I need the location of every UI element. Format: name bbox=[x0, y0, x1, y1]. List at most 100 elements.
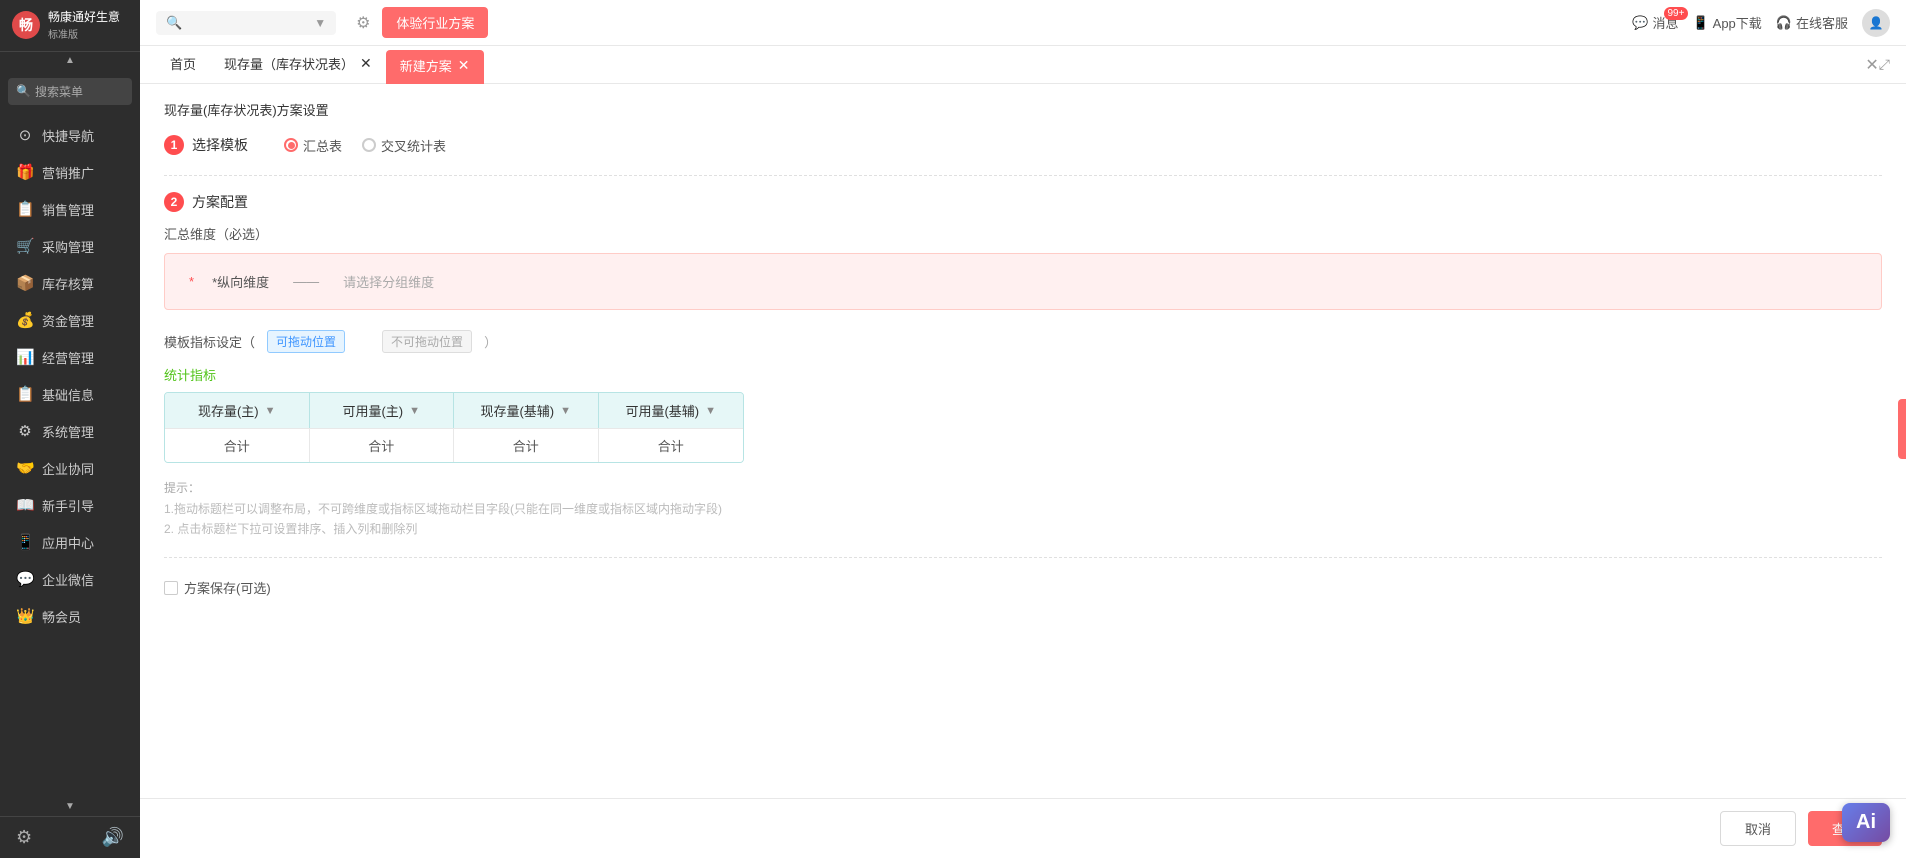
stats-body-cell-0-1: 合计 bbox=[310, 428, 455, 462]
main-wrapper: 🔍 ▼ ⚙ 体验行业方案 💬 消息 99+ 📱 App下载 🎧 在线客服 bbox=[140, 0, 1906, 858]
radio-summary[interactable]: 汇总表 bbox=[284, 136, 342, 155]
inventory-tab-close-icon[interactable]: ✕ bbox=[360, 55, 372, 72]
stats-header-label-0: 现存量(主) bbox=[198, 401, 259, 420]
stats-body-cell-0-2: 合计 bbox=[454, 428, 599, 462]
step1-header: 1 选择模板 汇总表 交叉统计表 bbox=[164, 135, 1882, 155]
topbar-chevron-icon[interactable]: ▼ bbox=[314, 16, 326, 30]
try-industry-btn[interactable]: 体验行业方案 bbox=[382, 7, 488, 38]
purchase-icon: 🛒 bbox=[16, 237, 34, 255]
sidebar-item-new-guide[interactable]: 📖 新手引导 bbox=[0, 487, 140, 524]
sidebar-item-inventory[interactable]: 📦 库存核算 bbox=[0, 265, 140, 302]
new-scheme-tab-close-icon[interactable]: ✕ bbox=[458, 57, 470, 74]
sidebar-item-label: 销售管理 bbox=[42, 200, 94, 219]
stats-header-cell-3[interactable]: 可用量(基辅) ▼ bbox=[599, 393, 744, 428]
topbar-gear-icon[interactable]: ⚙ bbox=[356, 13, 370, 33]
radio-summary-dot bbox=[284, 138, 298, 152]
sidebar: 畅 畅康通好生意 标准版 ▲ 🔍 搜索菜单 ⊙ 快捷导航 🎁 营销推广 📋 销售… bbox=[0, 0, 140, 858]
save-checkbox[interactable] bbox=[164, 581, 178, 595]
topbar-search-icon: 🔍 bbox=[166, 15, 182, 31]
radio-cross[interactable]: 交叉统计表 bbox=[362, 136, 446, 155]
stats-header-chevron-0[interactable]: ▼ bbox=[265, 405, 276, 417]
page-title: 现存量(库存状况表)方案设置 bbox=[164, 100, 1882, 119]
sidebar-item-label: 快捷导航 bbox=[42, 126, 94, 145]
bottom-bar: 取消 查询 bbox=[140, 798, 1906, 858]
stats-header-cell-1[interactable]: 可用量(主) ▼ bbox=[310, 393, 455, 428]
right-edge-bar[interactable] bbox=[1898, 399, 1906, 459]
sidebar-item-member[interactable]: 👑 畅会员 bbox=[0, 598, 140, 635]
marketing-icon: 🎁 bbox=[16, 163, 34, 181]
indicator-close-paren: ） bbox=[484, 332, 497, 351]
online-service-btn[interactable]: 🎧 在线客服 bbox=[1776, 13, 1848, 32]
tab-new-scheme[interactable]: 新建方案 ✕ bbox=[386, 50, 484, 84]
stats-table-body: 合计 合计 合计 合计 bbox=[165, 428, 743, 462]
app-download-btn[interactable]: 📱 App下载 bbox=[1692, 13, 1761, 32]
scroll-up-area[interactable]: ▲ bbox=[0, 52, 140, 70]
step1-label: 选择模板 bbox=[192, 135, 248, 155]
window-expand-icon[interactable]: ⤢ bbox=[1879, 56, 1890, 73]
sidebar-item-label: 系统管理 bbox=[42, 422, 94, 441]
sidebar-item-purchase[interactable]: 🛒 采购管理 bbox=[0, 228, 140, 265]
sidebar-item-system[interactable]: ⚙ 系统管理 bbox=[0, 413, 140, 450]
sidebar-item-label: 基础信息 bbox=[42, 385, 94, 404]
vertical-dim-placeholder[interactable]: 请选择分组维度 bbox=[343, 272, 434, 291]
sidebar-item-marketing[interactable]: 🎁 营销推广 bbox=[0, 154, 140, 191]
required-star: * bbox=[189, 274, 194, 289]
stats-table: 现存量(主) ▼ 可用量(主) ▼ 现存量(基辅) ▼ bbox=[164, 392, 744, 463]
sidebar-item-app-center[interactable]: 📱 应用中心 bbox=[0, 524, 140, 561]
scroll-down-icon[interactable]: ▼ bbox=[65, 802, 75, 812]
topbar-search-area[interactable]: 🔍 ▼ bbox=[156, 11, 336, 35]
message-btn[interactable]: 💬 消息 99+ bbox=[1632, 13, 1678, 32]
sidebar-item-label: 应用中心 bbox=[42, 533, 94, 552]
speaker-icon[interactable]: 🔊 bbox=[102, 827, 124, 848]
sidebar-item-operations[interactable]: 📊 经营管理 bbox=[0, 339, 140, 376]
scroll-up-icon[interactable]: ▲ bbox=[65, 56, 75, 66]
sidebar-search[interactable]: 🔍 搜索菜单 bbox=[8, 78, 132, 105]
tips-item-0: 1.拖动标题栏可以调整布局，不可跨维度或指标区域拖动栏目字段(只能在同一维度或指… bbox=[164, 500, 1882, 517]
system-icon: ⚙ bbox=[16, 422, 34, 440]
summary-dim-label: 汇总维度（必选） bbox=[164, 224, 1882, 243]
stats-header-chevron-3[interactable]: ▼ bbox=[705, 405, 716, 417]
operations-icon: 📊 bbox=[16, 348, 34, 366]
sidebar-item-wechat[interactable]: 💬 企业微信 bbox=[0, 561, 140, 598]
statistics-title: 统计指标 bbox=[164, 365, 1882, 384]
cancel-button[interactable]: 取消 bbox=[1720, 811, 1796, 846]
tab-home[interactable]: 首页 bbox=[156, 46, 210, 84]
dimension-row: * *纵向维度 —— 请选择分组维度 bbox=[189, 272, 1857, 291]
tab-inventory-status[interactable]: 现存量（库存状况表） ✕ bbox=[210, 46, 386, 84]
stats-header-chevron-2[interactable]: ▼ bbox=[560, 405, 571, 417]
tips-title: 提示： bbox=[164, 479, 1882, 496]
sidebar-item-sales[interactable]: 📋 销售管理 bbox=[0, 191, 140, 228]
window-close-icon[interactable]: ✕ bbox=[1865, 55, 1878, 75]
sidebar-item-quick-nav[interactable]: ⊙ 快捷导航 bbox=[0, 117, 140, 154]
search-label: 搜索菜单 bbox=[35, 83, 83, 100]
wechat-icon: 💬 bbox=[16, 570, 34, 588]
sidebar-item-label: 库存核算 bbox=[42, 274, 94, 293]
sidebar-item-enterprise[interactable]: 🤝 企业协同 bbox=[0, 450, 140, 487]
sidebar-logo: 畅 畅康通好生意 标准版 bbox=[0, 0, 140, 52]
stats-header-cell-2[interactable]: 现存量(基辅) ▼ bbox=[454, 393, 599, 428]
drag-badge: 可拖动位置 bbox=[267, 330, 345, 353]
sidebar-item-basic-info[interactable]: 📋 基础信息 bbox=[0, 376, 140, 413]
basic-info-icon: 📋 bbox=[16, 385, 34, 403]
stats-body-cell-0-3: 合计 bbox=[599, 428, 744, 462]
app-name: 畅康通好生意 bbox=[48, 10, 120, 26]
stats-header-chevron-1[interactable]: ▼ bbox=[409, 405, 420, 417]
stats-header-cell-0[interactable]: 现存量(主) ▼ bbox=[165, 393, 310, 428]
message-badge: 99+ bbox=[1664, 7, 1689, 20]
online-service-label: 在线客服 bbox=[1796, 13, 1848, 32]
scroll-down-area[interactable]: ▼ bbox=[0, 798, 140, 816]
user-avatar[interactable]: 👤 bbox=[1862, 9, 1890, 37]
indicator-separator bbox=[357, 332, 370, 351]
page-inner: 现存量(库存状况表)方案设置 1 选择模板 汇总表 交叉统计表 bbox=[140, 84, 1906, 858]
radio-summary-label: 汇总表 bbox=[303, 136, 342, 155]
stats-table-header: 现存量(主) ▼ 可用量(主) ▼ 现存量(基辅) ▼ bbox=[165, 393, 743, 428]
quick-nav-icon: ⊙ bbox=[16, 126, 34, 144]
topbar-search-input[interactable] bbox=[188, 16, 308, 30]
ai-badge[interactable]: Ai bbox=[1842, 803, 1890, 842]
home-tab-label: 首页 bbox=[170, 54, 196, 73]
settings-icon[interactable]: ⚙ bbox=[16, 827, 32, 848]
save-option-label: 方案保存(可选) bbox=[184, 578, 271, 597]
sidebar-item-finance[interactable]: 💰 资金管理 bbox=[0, 302, 140, 339]
new-scheme-tab-label: 新建方案 bbox=[400, 56, 452, 75]
logo-icon: 畅 bbox=[12, 11, 40, 39]
